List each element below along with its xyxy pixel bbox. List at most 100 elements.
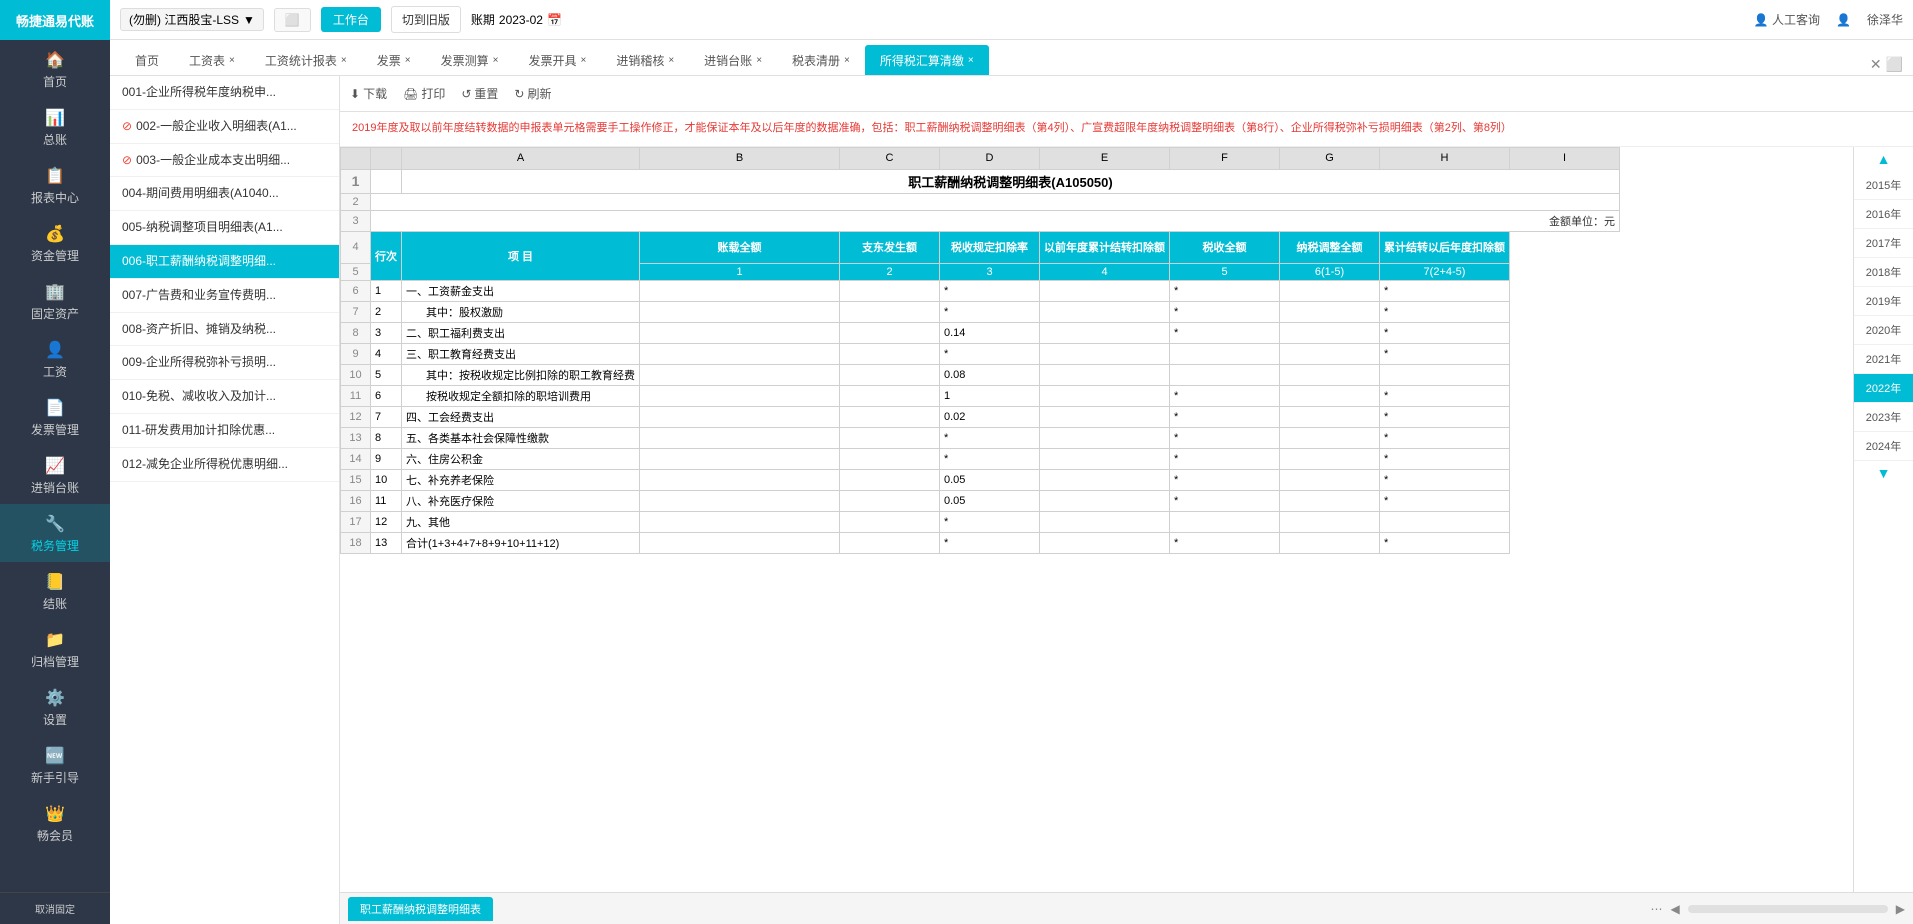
year-2020[interactable]: 2020年	[1854, 316, 1913, 345]
year-2017[interactable]: 2017年	[1854, 229, 1913, 258]
download-button[interactable]: ⬇ 下载	[350, 85, 387, 102]
tab-salary-report[interactable]: 工资统计报表 ×	[250, 45, 362, 75]
row-13-c1[interactable]	[640, 427, 840, 448]
form-item-012[interactable]: 012-减免企业所得税优惠明细...	[110, 448, 339, 482]
row-9-c5[interactable]	[1170, 343, 1280, 364]
row-8-c1[interactable]	[640, 322, 840, 343]
row-17-c1[interactable]	[640, 511, 840, 532]
year-2018[interactable]: 2018年	[1854, 258, 1913, 287]
tab-invoice-calc[interactable]: 发票测算 ×	[426, 45, 514, 75]
tab-salary[interactable]: 工资表 ×	[174, 45, 250, 75]
sheet-area[interactable]: A B C D E F G H I	[340, 147, 1913, 924]
row-15-c4[interactable]	[1040, 469, 1170, 490]
year-2021[interactable]: 2021年	[1854, 345, 1913, 374]
sidebar-item-member[interactable]: 👑 畅会员	[0, 794, 110, 852]
row-16-c4[interactable]	[1040, 490, 1170, 511]
tab-invoice-issue-close[interactable]: ×	[580, 55, 586, 66]
row-17-c6[interactable]	[1280, 511, 1380, 532]
sidebar-item-sales[interactable]: 📈 进销台账	[0, 446, 110, 504]
sidebar-item-invoice[interactable]: 📄 发票管理	[0, 388, 110, 446]
tab-sales-ledger-close[interactable]: ×	[756, 55, 762, 66]
row-17-c2[interactable]	[840, 511, 940, 532]
row-15-c2[interactable]	[840, 469, 940, 490]
year-2023[interactable]: 2023年	[1854, 403, 1913, 432]
sidebar-item-archive[interactable]: 📁 归档管理	[0, 620, 110, 678]
row-8-c2[interactable]	[840, 322, 940, 343]
sidebar-item-assets[interactable]: 🏢 固定资产	[0, 272, 110, 330]
print-button[interactable]: 🖨 打印	[403, 85, 445, 102]
row-8-c4[interactable]	[1040, 322, 1170, 343]
row-7-c2[interactable]	[840, 301, 940, 322]
more-icon[interactable]: ⋯	[1651, 902, 1663, 916]
row-16-c2[interactable]	[840, 490, 940, 511]
row-9-c2[interactable]	[840, 343, 940, 364]
year-2022[interactable]: 2022年	[1854, 374, 1913, 403]
sidebar-item-salary[interactable]: 👤 工资	[0, 330, 110, 388]
tab-audit-close[interactable]: ×	[668, 55, 674, 66]
row-7-c6[interactable]	[1280, 301, 1380, 322]
row-18-c2[interactable]	[840, 532, 940, 553]
sidebar-item-reports[interactable]: 📋 报表中心	[0, 156, 110, 214]
maximize-icon[interactable]: ⬜	[1886, 56, 1903, 73]
row-12-c4[interactable]	[1040, 406, 1170, 427]
row-14-c4[interactable]	[1040, 448, 1170, 469]
form-item-011[interactable]: 011-研发费用加计扣除优惠...	[110, 414, 339, 448]
row-14-c6[interactable]	[1280, 448, 1380, 469]
horizontal-scrollbar[interactable]	[1688, 905, 1888, 913]
row-10-c6[interactable]	[1280, 364, 1380, 385]
row-10-c1[interactable]	[640, 364, 840, 385]
sidebar-item-home[interactable]: 🏠 首页	[0, 40, 110, 98]
row-12-c6[interactable]	[1280, 406, 1380, 427]
form-item-003[interactable]: ⊘003-一般企业成本支出明细...	[110, 144, 339, 178]
tab-tax-clear-close[interactable]: ×	[844, 55, 850, 66]
service-button[interactable]: 👤 人工客询	[1754, 11, 1820, 28]
row-6-c2[interactable]	[840, 280, 940, 301]
form-item-002[interactable]: ⊘002-一般企业收入明细表(A1...	[110, 110, 339, 144]
row-6-c4[interactable]	[1040, 280, 1170, 301]
row-11-c2[interactable]	[840, 385, 940, 406]
workspace-button[interactable]: 工作台	[321, 7, 381, 32]
close-window-icon[interactable]: ✕	[1870, 56, 1882, 73]
tab-invoice-issue[interactable]: 发票开具 ×	[513, 45, 601, 75]
row-13-c6[interactable]	[1280, 427, 1380, 448]
row-8-c6[interactable]	[1280, 322, 1380, 343]
row-17-c7[interactable]	[1380, 511, 1510, 532]
tab-home[interactable]: 首页	[120, 45, 174, 75]
row-10-c4[interactable]	[1040, 364, 1170, 385]
tab-salary-close[interactable]: ×	[229, 55, 235, 66]
row-14-c1[interactable]	[640, 448, 840, 469]
row-15-c6[interactable]	[1280, 469, 1380, 490]
sidebar-item-tax[interactable]: 🔧 税务管理	[0, 504, 110, 562]
form-item-010[interactable]: 010-免税、减收收入及加计...	[110, 380, 339, 414]
tab-invoice[interactable]: 发票 ×	[362, 45, 426, 75]
company-selector[interactable]: (勿删) 江西股宝-LSS ▼	[120, 8, 264, 31]
row-10-c5[interactable]	[1170, 364, 1280, 385]
tab-salary-report-close[interactable]: ×	[341, 55, 347, 66]
scroll-right-icon[interactable]: ▶	[1896, 902, 1905, 916]
row-7-c4[interactable]	[1040, 301, 1170, 322]
row-9-c6[interactable]	[1280, 343, 1380, 364]
row-12-c2[interactable]	[840, 406, 940, 427]
row-16-c6[interactable]	[1280, 490, 1380, 511]
form-item-004[interactable]: 004-期间费用明细表(A1040...	[110, 177, 339, 211]
scroll-left-icon[interactable]: ◀	[1671, 902, 1680, 916]
year-2019[interactable]: 2019年	[1854, 287, 1913, 316]
row-9-c4[interactable]	[1040, 343, 1170, 364]
row-13-c4[interactable]	[1040, 427, 1170, 448]
row-18-c1[interactable]	[640, 532, 840, 553]
refresh-button[interactable]: ↻ 刷新	[514, 85, 551, 102]
row-11-c1[interactable]	[640, 385, 840, 406]
row-6-c6[interactable]	[1280, 280, 1380, 301]
form-item-005[interactable]: 005-纳税调整项目明细表(A1...	[110, 211, 339, 245]
user-avatar[interactable]: 👤	[1836, 13, 1851, 27]
sidebar-item-finance[interactable]: 💰 资金管理	[0, 214, 110, 272]
row-10-c7[interactable]	[1380, 364, 1510, 385]
row-7-c1[interactable]	[640, 301, 840, 322]
cancel-fixed-button[interactable]: 取消固定	[0, 893, 110, 924]
year-nav-down[interactable]: ▼	[1854, 461, 1913, 485]
sidebar-item-ledger[interactable]: 📊 总账	[0, 98, 110, 156]
row-12-c1[interactable]	[640, 406, 840, 427]
row-11-c6[interactable]	[1280, 385, 1380, 406]
form-item-008[interactable]: 008-资产折旧、摊销及纳税...	[110, 313, 339, 347]
row-15-c1[interactable]	[640, 469, 840, 490]
